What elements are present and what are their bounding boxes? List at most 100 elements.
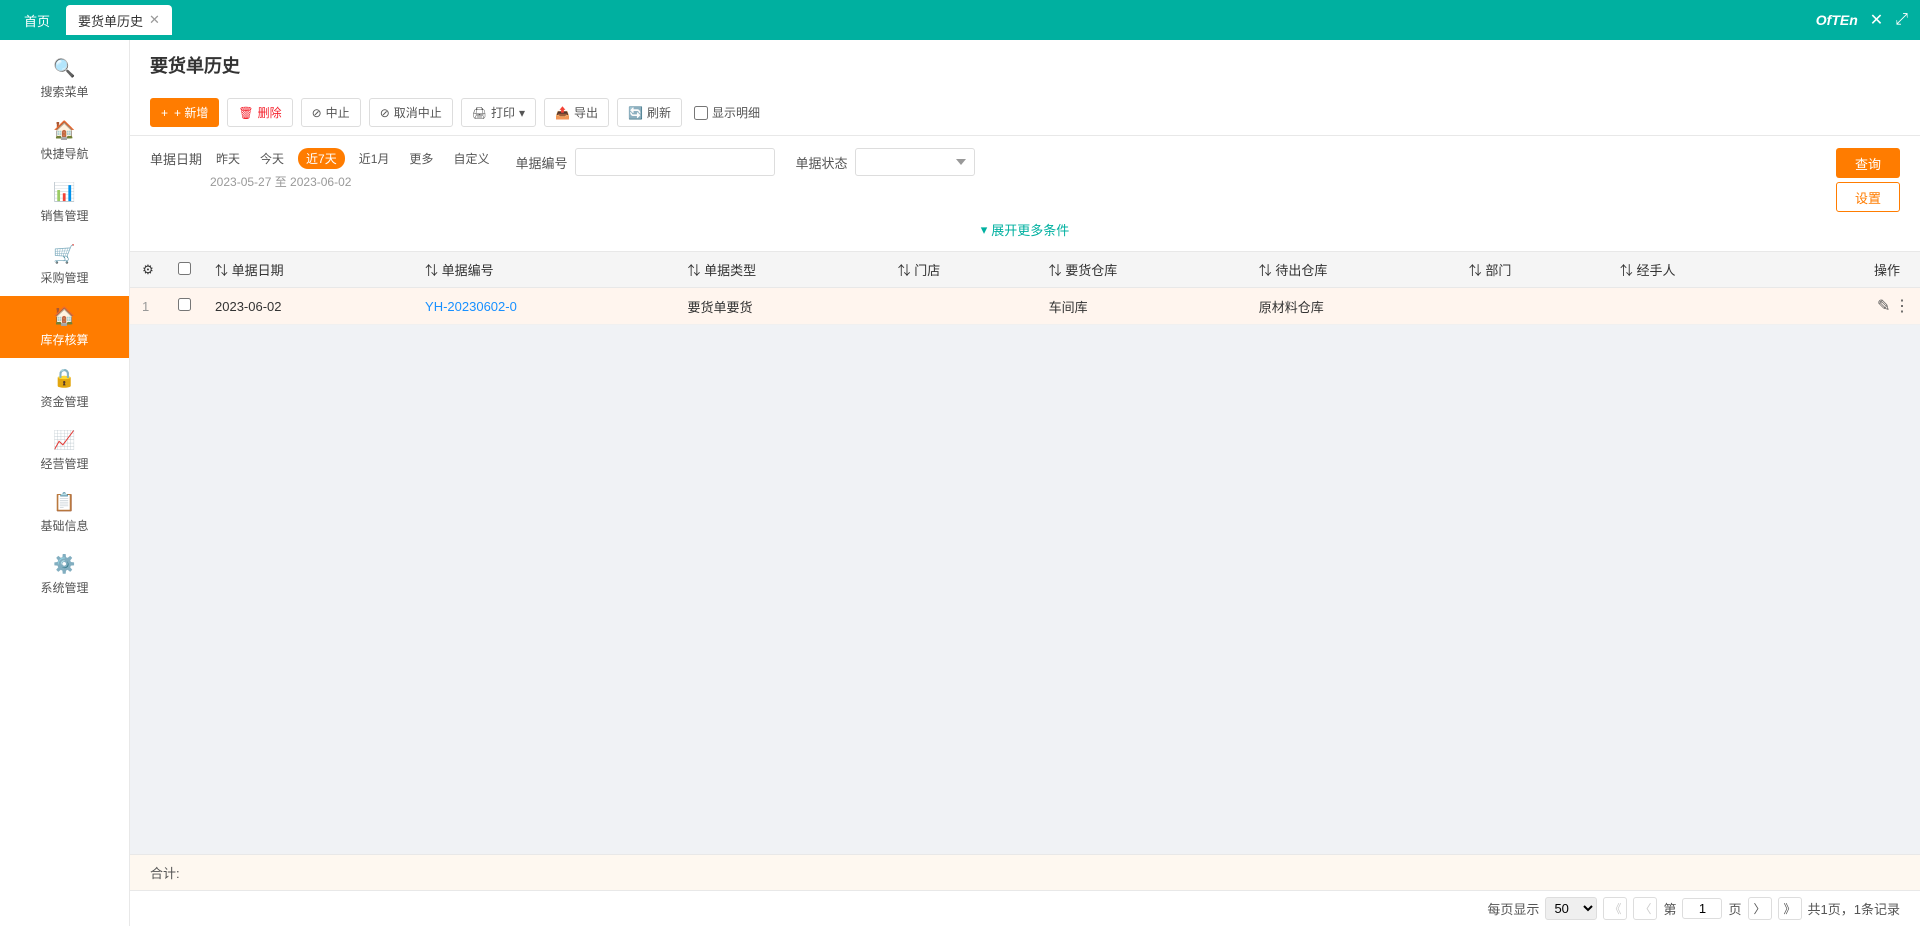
refresh-button[interactable]: 🔄 刷新 xyxy=(617,98,682,127)
sidebar-item-sys-mgmt[interactable]: ⚙️ 系统管理 xyxy=(0,544,129,606)
col-pending-warehouse[interactable]: ⇅ 待出仓库 xyxy=(1247,252,1457,288)
current-page-input[interactable]: 1 xyxy=(1682,898,1722,919)
display-detail-label: 显示明细 xyxy=(712,104,760,121)
doc-number-link[interactable]: YH-20230602-0 xyxy=(425,299,517,314)
new-icon: + xyxy=(161,106,168,120)
table-container: ⚙ ⇅ 单据日期 ⇅ 单据编号 xyxy=(130,252,1920,854)
row-more-icon[interactable]: ⋮ xyxy=(1894,298,1910,315)
cancel-stop-button[interactable]: ⊘ 取消中止 xyxy=(369,98,453,127)
table-row: 1 2023-06-02 YH-20230602-0 要货单要货 车间库 原材料… xyxy=(130,288,1920,325)
date-btn-yesterday[interactable]: 昨天 xyxy=(210,148,246,169)
total-info: 共1页，1条记录 xyxy=(1808,899,1900,918)
sidebar-item-sales-mgmt[interactable]: 📊 销售管理 xyxy=(0,172,129,234)
col-settings[interactable]: ⚙ xyxy=(130,252,166,288)
page-title: 要货单历史 xyxy=(150,52,1900,78)
page-label: 第 xyxy=(1663,899,1676,918)
col-doc-number[interactable]: ⇅ 单据编号 xyxy=(413,252,676,288)
per-page-label: 每页显示 xyxy=(1487,899,1539,918)
doc-status-label: 单据状态 xyxy=(795,153,847,172)
select-all-checkbox[interactable] xyxy=(178,262,191,275)
col-actions: 操作 xyxy=(1788,252,1920,288)
row-handler xyxy=(1608,288,1789,325)
prev-page-button[interactable]: 〈 xyxy=(1633,897,1657,920)
export-button[interactable]: 📤 导出 xyxy=(544,98,609,127)
table-body: 1 2023-06-02 YH-20230602-0 要货单要货 车间库 原材料… xyxy=(130,288,1920,325)
row-checkbox[interactable] xyxy=(178,298,191,311)
first-page-button[interactable]: 《 xyxy=(1603,897,1627,920)
date-btn-custom[interactable]: 自定义 xyxy=(447,148,495,169)
col-department[interactable]: ⇅ 部门 xyxy=(1457,252,1608,288)
row-doc-date: 2023-06-02 xyxy=(203,288,413,325)
doc-number-input[interactable] xyxy=(575,148,775,176)
date-btn-last7days[interactable]: 近7天 xyxy=(298,148,345,169)
date-btn-more[interactable]: 更多 xyxy=(403,148,439,169)
row-checkbox-cell xyxy=(166,288,203,325)
sidebar-item-ops-mgmt[interactable]: 📈 经营管理 xyxy=(0,420,129,482)
tab-requisition-history[interactable]: 要货单历史 ✕ xyxy=(66,5,172,35)
sys-mgmt-icon: ⚙️ xyxy=(53,554,75,575)
doc-status-filter: 单据状态 审核中 已审核 已中止 xyxy=(795,148,975,176)
sidebar-item-inventory[interactable]: 🏠 库存核算 xyxy=(0,296,129,358)
quick-nav-icon: 🏠 xyxy=(53,120,75,141)
col-doc-type[interactable]: ⇅ 单据类型 xyxy=(676,252,886,288)
cancel-stop-label: 取消中止 xyxy=(394,104,442,121)
doc-status-select[interactable]: 审核中 已审核 已中止 xyxy=(855,148,975,176)
tab-home[interactable]: 首页 xyxy=(12,5,62,35)
window-maximize-icon[interactable]: ⤢ xyxy=(1895,11,1908,29)
stop-button[interactable]: ⊘ 中止 xyxy=(301,98,361,127)
sidebar-item-finance-mgmt[interactable]: 🔒 资金管理 xyxy=(0,358,129,420)
doc-number-filter: 单据编号 xyxy=(515,148,775,176)
row-doc-number: YH-20230602-0 xyxy=(413,288,676,325)
col-doc-date[interactable]: ⇅ 单据日期 xyxy=(203,252,413,288)
date-filter: 单据日期 昨天 今天 近7天 近1月 更多 自定义 2023-05-27 至 2… xyxy=(150,148,495,190)
col-checkbox xyxy=(166,252,203,288)
sidebar-item-search-menu[interactable]: 🔍 搜索菜单 xyxy=(0,48,129,110)
per-page-select[interactable]: 20 50 100 200 xyxy=(1545,897,1597,920)
export-icon: 📤 xyxy=(555,106,570,120)
purchase-mgmt-icon: 🛒 xyxy=(53,244,75,265)
stop-label: 中止 xyxy=(326,104,350,121)
cancel-stop-icon: ⊘ xyxy=(380,106,390,120)
refresh-icon: 🔄 xyxy=(628,106,643,120)
settings-button[interactable]: 设置 xyxy=(1836,182,1900,212)
next-page-button[interactable]: 〉 xyxy=(1748,897,1772,920)
page-unit-label: 页 xyxy=(1728,899,1741,918)
sidebar-item-basic-info[interactable]: 📋 基础信息 xyxy=(0,482,129,544)
display-detail-checkbox[interactable] xyxy=(694,106,708,120)
sidebar-item-purchase-mgmt[interactable]: 🛒 采购管理 xyxy=(0,234,129,296)
new-button[interactable]: + + 新增 xyxy=(150,98,219,127)
table-section: ⚙ ⇅ 单据日期 ⇅ 单据编号 xyxy=(130,252,1920,926)
ops-mgmt-icon: 📈 xyxy=(53,430,75,451)
row-store xyxy=(886,288,1037,325)
date-btn-last1month[interactable]: 近1月 xyxy=(353,148,396,169)
top-bar-right: OfTEn ✕ ⤢ xyxy=(1816,10,1908,30)
footer-total: 合计: xyxy=(130,854,1920,890)
top-bar: 首页 要货单历史 ✕ OfTEn ✕ ⤢ xyxy=(0,0,1920,40)
col-store[interactable]: ⇅ 门店 xyxy=(886,252,1037,288)
total-label: 合计: xyxy=(150,863,180,882)
filter-action-buttons: 查询 设置 xyxy=(1836,148,1900,212)
row-pending-warehouse: 原材料仓库 xyxy=(1247,288,1457,325)
row-department xyxy=(1457,288,1608,325)
toolbar: + + 新增 🗑 删除 ⊘ 中止 ⊘ 取消中止 🖨 打印 ▾ 📤 xyxy=(130,90,1920,136)
stop-icon: ⊘ xyxy=(312,106,322,120)
print-button[interactable]: 🖨 打印 ▾ xyxy=(461,98,536,127)
display-detail-checkbox-container[interactable]: 显示明细 xyxy=(694,104,760,121)
print-arrow-icon: ▾ xyxy=(519,106,525,120)
close-tab-icon[interactable]: ✕ xyxy=(149,12,160,28)
delete-button[interactable]: 🗑 删除 xyxy=(227,98,292,127)
sidebar-item-quick-nav[interactable]: 🏠 快捷导航 xyxy=(0,110,129,172)
row-edit-icon[interactable]: ✎ xyxy=(1877,298,1890,315)
col-handler[interactable]: ⇅ 经手人 xyxy=(1608,252,1789,288)
col-req-warehouse[interactable]: ⇅ 要货仓库 xyxy=(1037,252,1247,288)
print-icon: 🖨 xyxy=(472,106,487,120)
top-bar-brand: OfTEn xyxy=(1816,12,1858,28)
delete-icon: 🗑 xyxy=(238,106,253,120)
expand-more-conditions-button[interactable]: ▾ 展开更多条件 xyxy=(981,220,1070,239)
window-close-icon[interactable]: ✕ xyxy=(1870,10,1883,30)
date-btn-today[interactable]: 今天 xyxy=(254,148,290,169)
export-label: 导出 xyxy=(574,104,598,121)
query-button[interactable]: 查询 xyxy=(1836,148,1900,178)
last-page-button[interactable]: 》 xyxy=(1778,897,1802,920)
main-content: 要货单历史 + + 新增 🗑 删除 ⊘ 中止 ⊘ 取消中止 🖨 打印 xyxy=(130,40,1920,926)
